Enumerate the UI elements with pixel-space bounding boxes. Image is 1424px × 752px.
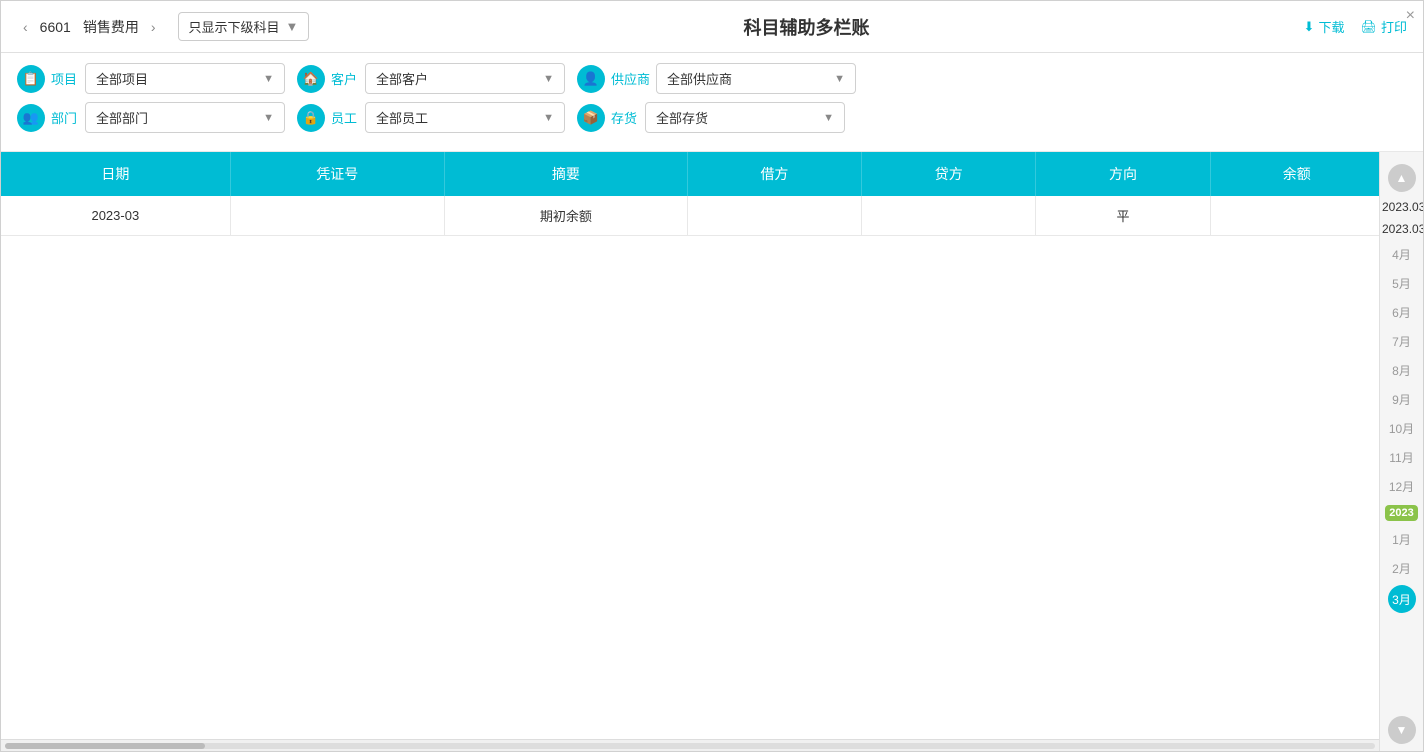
- month-11[interactable]: 11月: [1380, 443, 1423, 472]
- data-table: 日期 凭证号 摘要 借方 贷方 方向 余额 2023-03 期初余额: [1, 152, 1383, 236]
- filter-item-customer: 🏠 客户 全部客户 ▼: [297, 63, 565, 94]
- month-10[interactable]: 10月: [1380, 414, 1423, 443]
- inventory-arrow: ▼: [823, 112, 834, 124]
- customer-value: 全部客户: [376, 69, 428, 88]
- content-area: 日期 凭证号 摘要 借方 贷方 方向 余额 2023-03 期初余额: [1, 152, 1423, 752]
- close-button[interactable]: ×: [1406, 7, 1415, 25]
- project-label: 项目: [51, 69, 79, 88]
- month-8[interactable]: 8月: [1380, 356, 1423, 385]
- toolbar-right: ⬇ 下载 🖨 打印: [1304, 17, 1407, 36]
- department-arrow: ▼: [263, 112, 274, 124]
- inventory-value: 全部存货: [656, 108, 708, 127]
- month-1[interactable]: 1月: [1380, 525, 1423, 554]
- download-label: 下载: [1318, 17, 1344, 36]
- project-value: 全部项目: [96, 69, 148, 88]
- show-sub-accounts-dropdown[interactable]: 只显示下级科目 ▼: [178, 12, 310, 41]
- supplier-icon: 👤: [577, 65, 605, 93]
- month-2[interactable]: 2月: [1380, 554, 1423, 583]
- month-5[interactable]: 5月: [1380, 269, 1423, 298]
- col-debit: 借方: [687, 152, 861, 196]
- col-voucher: 凭证号: [230, 152, 444, 196]
- print-icon: 🖨: [1360, 19, 1377, 35]
- scroll-track: [5, 743, 1375, 749]
- account-code: 6601: [34, 19, 77, 35]
- period-sidebar: ▲ 2023.03 2023.03 4月 5月 6月 7月 8月 9月 10月 …: [1379, 152, 1423, 752]
- inventory-select[interactable]: 全部存货 ▼: [645, 102, 845, 133]
- filter-item-employee: 🔒 员工 全部员工 ▼: [297, 102, 565, 133]
- print-label: 打印: [1381, 17, 1407, 36]
- filter-item-project: 📋 项目 全部项目 ▼: [17, 63, 285, 94]
- department-label: 部门: [51, 108, 79, 127]
- cell-debit: [687, 196, 861, 236]
- month-6[interactable]: 6月: [1380, 298, 1423, 327]
- month-3-active[interactable]: 3月: [1388, 585, 1416, 613]
- col-summary: 摘要: [444, 152, 687, 196]
- department-icon: 👥: [17, 104, 45, 132]
- project-arrow: ▼: [263, 73, 274, 85]
- col-date: 日期: [1, 152, 230, 196]
- department-select[interactable]: 全部部门 ▼: [85, 102, 285, 133]
- project-select[interactable]: 全部项目 ▼: [85, 63, 285, 94]
- table-header-row: 日期 凭证号 摘要 借方 贷方 方向 余额: [1, 152, 1383, 196]
- month-9[interactable]: 9月: [1380, 385, 1423, 414]
- table-container[interactable]: 日期 凭证号 摘要 借方 贷方 方向 余额 2023-03 期初余额: [1, 152, 1383, 752]
- horizontal-scrollbar[interactable]: [1, 739, 1379, 751]
- supplier-value: 全部供应商: [667, 69, 732, 88]
- col-direction: 方向: [1036, 152, 1210, 196]
- supplier-select[interactable]: 全部供应商 ▼: [656, 63, 856, 94]
- cell-direction: 平: [1036, 196, 1210, 236]
- col-credit: 贷方: [862, 152, 1036, 196]
- prev-account-button[interactable]: ‹: [17, 17, 34, 37]
- year-badge: 2023: [1385, 505, 1417, 521]
- month-4[interactable]: 4月: [1380, 240, 1423, 269]
- supplier-label: 供应商: [611, 69, 650, 88]
- table-row: 2023-03 期初余额 平: [1, 196, 1383, 236]
- filter-item-supplier: 👤 供应商 全部供应商 ▼: [577, 63, 856, 94]
- print-button[interactable]: 🖨 打印: [1360, 17, 1407, 36]
- cell-summary: 期初余额: [444, 196, 687, 236]
- customer-label: 客户: [331, 69, 359, 88]
- month-12[interactable]: 12月: [1380, 472, 1423, 501]
- customer-icon: 🏠: [297, 65, 325, 93]
- top-bar: ‹ 6601 销售费用 › 只显示下级科目 ▼ 科目辅助多栏账 ⬇ 下载 🖨 打…: [1, 1, 1423, 53]
- project-icon: 📋: [17, 65, 45, 93]
- supplier-arrow: ▼: [834, 73, 845, 85]
- col-balance: 余额: [1210, 152, 1383, 196]
- sidebar-scroll-down[interactable]: ▼: [1388, 716, 1416, 744]
- customer-arrow: ▼: [543, 73, 554, 85]
- filter-area: 📋 项目 全部项目 ▼ 🏠 客户 全部客户 ▼ 👤 供应商 全部供应: [1, 53, 1423, 152]
- inventory-label: 存货: [611, 108, 639, 127]
- period-label-1[interactable]: 2023.03: [1380, 196, 1423, 218]
- page-title: 科目辅助多栏账: [309, 14, 1303, 40]
- cell-credit: [862, 196, 1036, 236]
- employee-select[interactable]: 全部员工 ▼: [365, 102, 565, 133]
- scroll-thumb: [5, 743, 205, 749]
- inventory-icon: 📦: [577, 104, 605, 132]
- show-sub-accounts-label: 只显示下级科目: [189, 17, 280, 36]
- download-button[interactable]: ⬇ 下载: [1304, 17, 1345, 36]
- employee-value: 全部员工: [376, 108, 428, 127]
- main-window: × ‹ 6601 销售费用 › 只显示下级科目 ▼ 科目辅助多栏账 ⬇ 下载 🖨…: [0, 0, 1424, 752]
- filter-row-1: 📋 项目 全部项目 ▼ 🏠 客户 全部客户 ▼ 👤 供应商 全部供应: [17, 63, 1407, 94]
- month-7[interactable]: 7月: [1380, 327, 1423, 356]
- employee-arrow: ▼: [543, 112, 554, 124]
- account-name: 销售费用: [77, 17, 145, 37]
- next-account-button[interactable]: ›: [145, 17, 162, 37]
- show-sub-accounts-arrow: ▼: [286, 19, 299, 34]
- filter-item-inventory: 📦 存货 全部存货 ▼: [577, 102, 845, 133]
- filter-row-2: 👥 部门 全部部门 ▼ 🔒 员工 全部员工 ▼ 📦 存货 全部存货: [17, 102, 1407, 133]
- employee-label: 员工: [331, 108, 359, 127]
- period-label-2[interactable]: 2023.03: [1380, 218, 1423, 240]
- department-value: 全部部门: [96, 108, 148, 127]
- cell-date: 2023-03: [1, 196, 230, 236]
- sidebar-scroll-up[interactable]: ▲: [1388, 164, 1416, 192]
- cell-voucher: [230, 196, 444, 236]
- customer-select[interactable]: 全部客户 ▼: [365, 63, 565, 94]
- download-icon: ⬇: [1304, 19, 1315, 35]
- employee-icon: 🔒: [297, 104, 325, 132]
- cell-balance: [1210, 196, 1383, 236]
- filter-item-department: 👥 部门 全部部门 ▼: [17, 102, 285, 133]
